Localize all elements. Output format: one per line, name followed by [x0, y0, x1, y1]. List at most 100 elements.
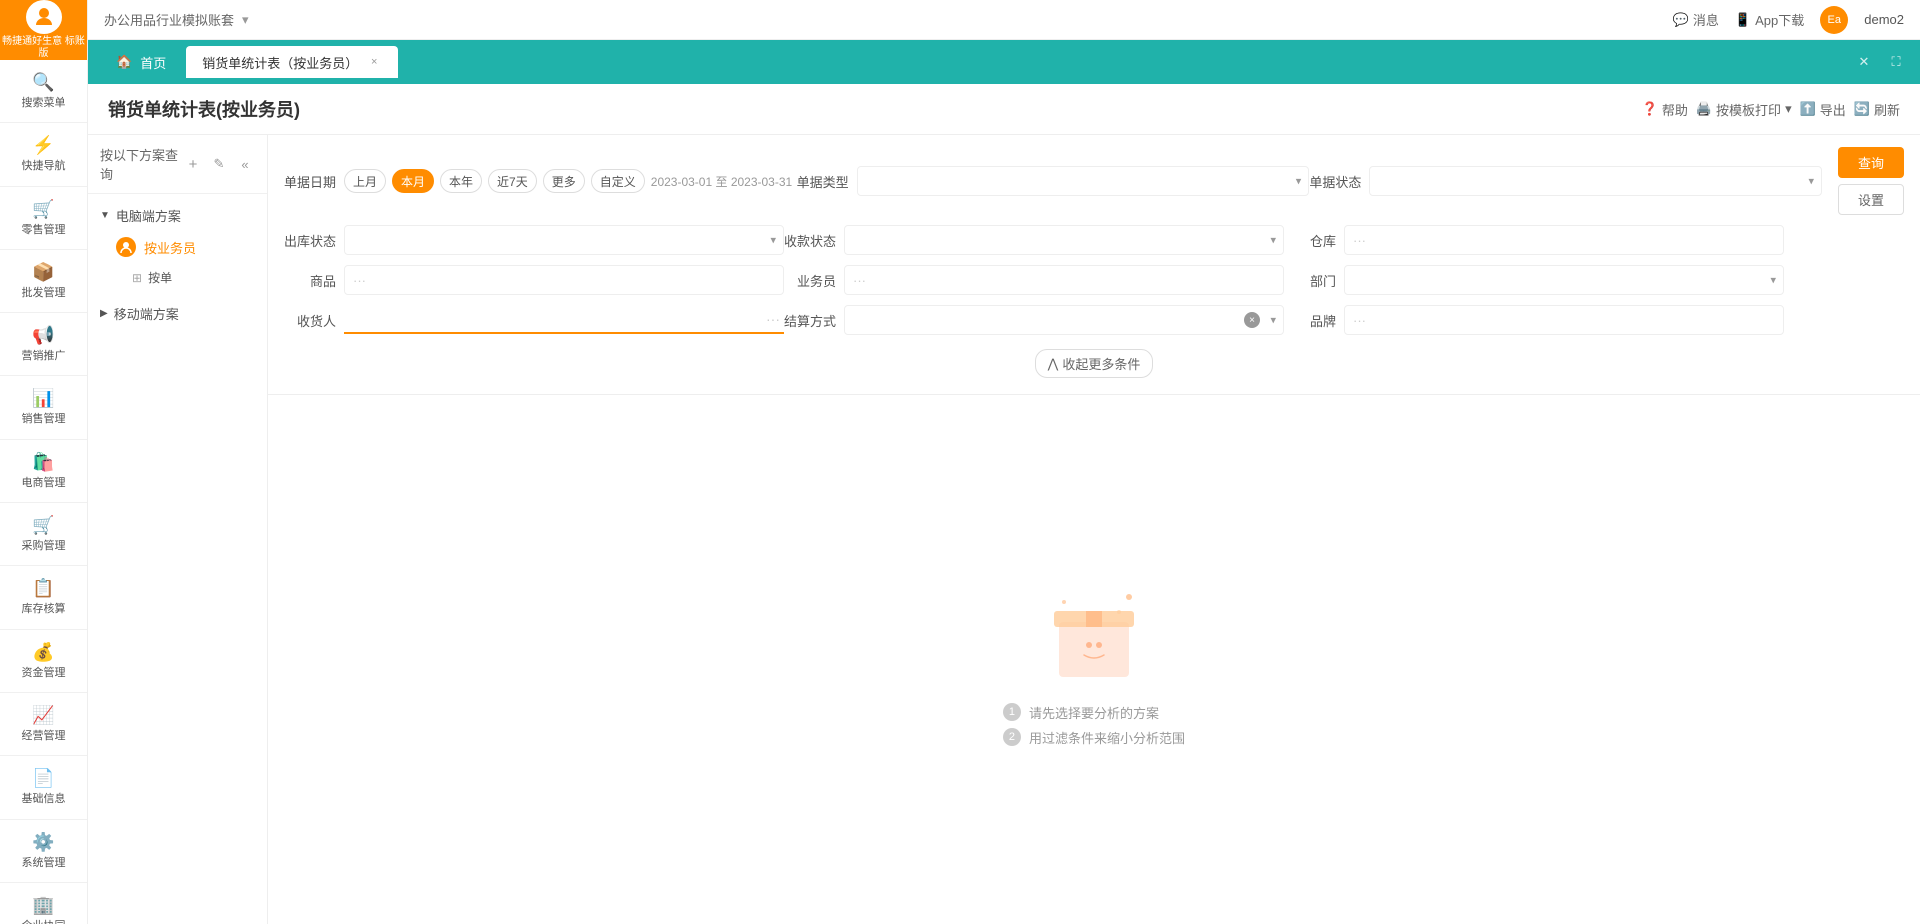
- scheme-sub-item-byorder[interactable]: ⊞ 按单: [88, 263, 267, 292]
- tab-close-button[interactable]: ×: [366, 54, 382, 70]
- message-button[interactable]: 💬 消息: [1673, 10, 1719, 29]
- date-filter-label: 单据日期: [284, 172, 344, 191]
- tab-active[interactable]: 销货单统计表（按业务员） ×: [186, 46, 398, 78]
- recipient-input[interactable]: ···: [344, 306, 784, 334]
- product-select[interactable]: ···: [344, 265, 784, 295]
- search-icon: 🔍: [32, 72, 54, 93]
- sidebar-item-sales[interactable]: 📊 销售管理: [0, 376, 87, 439]
- tabbar: 🏠 首页 销货单统计表（按业务员） × ✕ ⛶: [88, 40, 1920, 84]
- help-icon: ❓: [1642, 101, 1658, 117]
- purchase-icon: 🛒: [32, 515, 54, 536]
- sidebar-item-ecommerce[interactable]: 🛍️ 电商管理: [0, 440, 87, 503]
- desktop-scheme-expand-icon: ▼: [100, 210, 110, 221]
- sidebar-item-inventory-label: 库存核算: [22, 602, 66, 616]
- collapse-panel-button[interactable]: «: [235, 154, 255, 174]
- warehouse-select[interactable]: ···: [1344, 225, 1784, 255]
- company-dropdown-icon[interactable]: ▾: [242, 12, 249, 28]
- company-name: 办公用品行业模拟账套: [104, 10, 234, 29]
- sidebar-item-business-label: 经营管理: [22, 729, 66, 743]
- department-filter-group: 部门 ▾: [1284, 265, 1784, 295]
- mobile-scheme-group[interactable]: ▶ 移动端方案: [88, 298, 267, 329]
- sidebar-item-marketing[interactable]: 📢 营销推广: [0, 313, 87, 376]
- topbar: 办公用品行业模拟账套 ▾ 💬 消息 📱 App下载 Ea demo2: [88, 0, 1920, 40]
- help-button[interactable]: ❓ 帮助: [1642, 100, 1688, 119]
- sidebar-item-quicknav[interactable]: ⚡ 快捷导航: [0, 123, 87, 186]
- tab-maximize-button[interactable]: ⛶: [1884, 50, 1908, 74]
- out-status-chevron-icon: ▾: [770, 234, 776, 247]
- marketing-icon: 📢: [32, 325, 54, 346]
- print-button[interactable]: 🖨️ 按模板打印 ▾: [1696, 100, 1792, 119]
- sidebar-item-wholesale-label: 批发管理: [22, 286, 66, 300]
- out-status-control: ▾: [344, 225, 784, 255]
- settlement-clear-button[interactable]: ×: [1244, 312, 1260, 328]
- export-icon: ⬆️: [1800, 101, 1816, 117]
- edit-scheme-button[interactable]: ✎: [209, 154, 229, 174]
- payment-status-select[interactable]: ▾: [844, 225, 1284, 255]
- salesperson-select[interactable]: ···: [844, 265, 1284, 295]
- refresh-icon: 🔄: [1854, 101, 1870, 117]
- sidebar-item-search[interactable]: 🔍 搜索菜单: [0, 60, 87, 123]
- collapse-icon: «: [241, 157, 248, 172]
- sidebar-item-business[interactable]: 📈 经营管理: [0, 693, 87, 756]
- collapse-more-button[interactable]: ⋀ 收起更多条件: [1035, 349, 1154, 378]
- sidebar-item-basic[interactable]: 📄 基础信息: [0, 756, 87, 819]
- empty-step-2-icon: 2: [1003, 728, 1021, 746]
- sidebar-item-purchase-label: 采购管理: [22, 539, 66, 553]
- settlement-select[interactable]: × ▾: [844, 305, 1284, 335]
- refresh-button[interactable]: 🔄 刷新: [1854, 100, 1900, 119]
- filter-row-4: 收货人 ··· 结算方式: [284, 305, 1904, 335]
- empty-text-item-2: 2 用过滤条件来缩小分析范围: [1003, 728, 1185, 747]
- date-this-month-button[interactable]: 本月: [392, 169, 434, 193]
- scheme-item-salesperson[interactable]: 按业务员: [88, 231, 267, 263]
- sidebar-item-purchase[interactable]: 🛒 采购管理: [0, 503, 87, 566]
- add-scheme-button[interactable]: +: [183, 154, 203, 174]
- scheme-salesperson-label: 按业务员: [144, 238, 196, 257]
- avatar[interactable]: Ea: [1820, 6, 1848, 34]
- date-this-year-button[interactable]: 本年: [440, 169, 482, 193]
- brand-filter-group: 品牌 ···: [1284, 305, 1784, 335]
- sidebar-item-inventory[interactable]: 📋 库存核算: [0, 566, 87, 629]
- date-custom-button[interactable]: 自定义: [591, 169, 645, 193]
- payment-status-label: 收款状态: [784, 231, 844, 250]
- desktop-scheme-header[interactable]: ▼ 电脑端方案: [88, 200, 267, 231]
- doc-type-select[interactable]: ▾: [857, 166, 1310, 196]
- sidebar-item-retail[interactable]: 🛒 零售管理: [0, 187, 87, 250]
- settlement-control: × ▾: [844, 305, 1284, 335]
- avatar-text: Ea: [1828, 14, 1841, 26]
- app-download-button[interactable]: 📱 App下载: [1735, 10, 1804, 29]
- system-icon: ⚙️: [32, 832, 54, 853]
- sidebar-item-enterprise[interactable]: 🏢 企业协同: [0, 883, 87, 924]
- doc-type-control: ▾: [857, 166, 1310, 196]
- collapse-btn-label: 收起更多条件: [1062, 354, 1140, 373]
- sidebar-item-finance[interactable]: 💰 资金管理: [0, 630, 87, 693]
- app-download-label: App下载: [1755, 10, 1804, 29]
- brand-label: 品牌: [1284, 311, 1344, 330]
- doc-status-select[interactable]: ▾: [1369, 166, 1822, 196]
- recipient-label: 收货人: [284, 311, 344, 330]
- sidebar-item-system[interactable]: ⚙️ 系统管理: [0, 820, 87, 883]
- wholesale-icon: 📦: [32, 262, 54, 283]
- out-status-label: 出库状态: [284, 231, 344, 250]
- tab-home[interactable]: 🏠 首页: [100, 46, 182, 78]
- date-buttons: 上月 本月 本年 近7天 更多 自定义 2023-03-01 至 2023-03…: [344, 169, 792, 193]
- department-control: ▾: [1344, 265, 1784, 295]
- date-more-button[interactable]: 更多: [543, 169, 585, 193]
- left-panel: 按以下方案查询 + ✎ « ▼ 电脑端方案: [88, 135, 268, 924]
- export-button[interactable]: ⬆️ 导出: [1800, 100, 1846, 119]
- sidebar-item-wholesale[interactable]: 📦 批发管理: [0, 250, 87, 313]
- settings-button[interactable]: 设置: [1838, 184, 1904, 215]
- out-status-select[interactable]: ▾: [344, 225, 784, 255]
- filter-area: 单据日期 上月 本月 本年 近7天 更多 自定义 2023-03-01 至 20…: [268, 135, 1920, 395]
- department-select[interactable]: ▾: [1344, 265, 1784, 295]
- date-recent7-button[interactable]: 近7天: [488, 169, 537, 193]
- date-prev-month-button[interactable]: 上月: [344, 169, 386, 193]
- ecommerce-icon: 🛍️: [32, 452, 54, 473]
- sales-icon: 📊: [32, 388, 54, 409]
- sidebar-item-retail-label: 零售管理: [22, 223, 66, 237]
- user-name[interactable]: demo2: [1864, 12, 1904, 27]
- brand-select[interactable]: ···: [1344, 305, 1784, 335]
- refresh-label: 刷新: [1874, 100, 1900, 119]
- tab-close-all-button[interactable]: ✕: [1852, 50, 1876, 74]
- date-filter-group: 单据日期 上月 本月 本年 近7天 更多 自定义 2023-03-01 至 20…: [284, 169, 797, 193]
- query-button[interactable]: 查询: [1838, 147, 1904, 178]
